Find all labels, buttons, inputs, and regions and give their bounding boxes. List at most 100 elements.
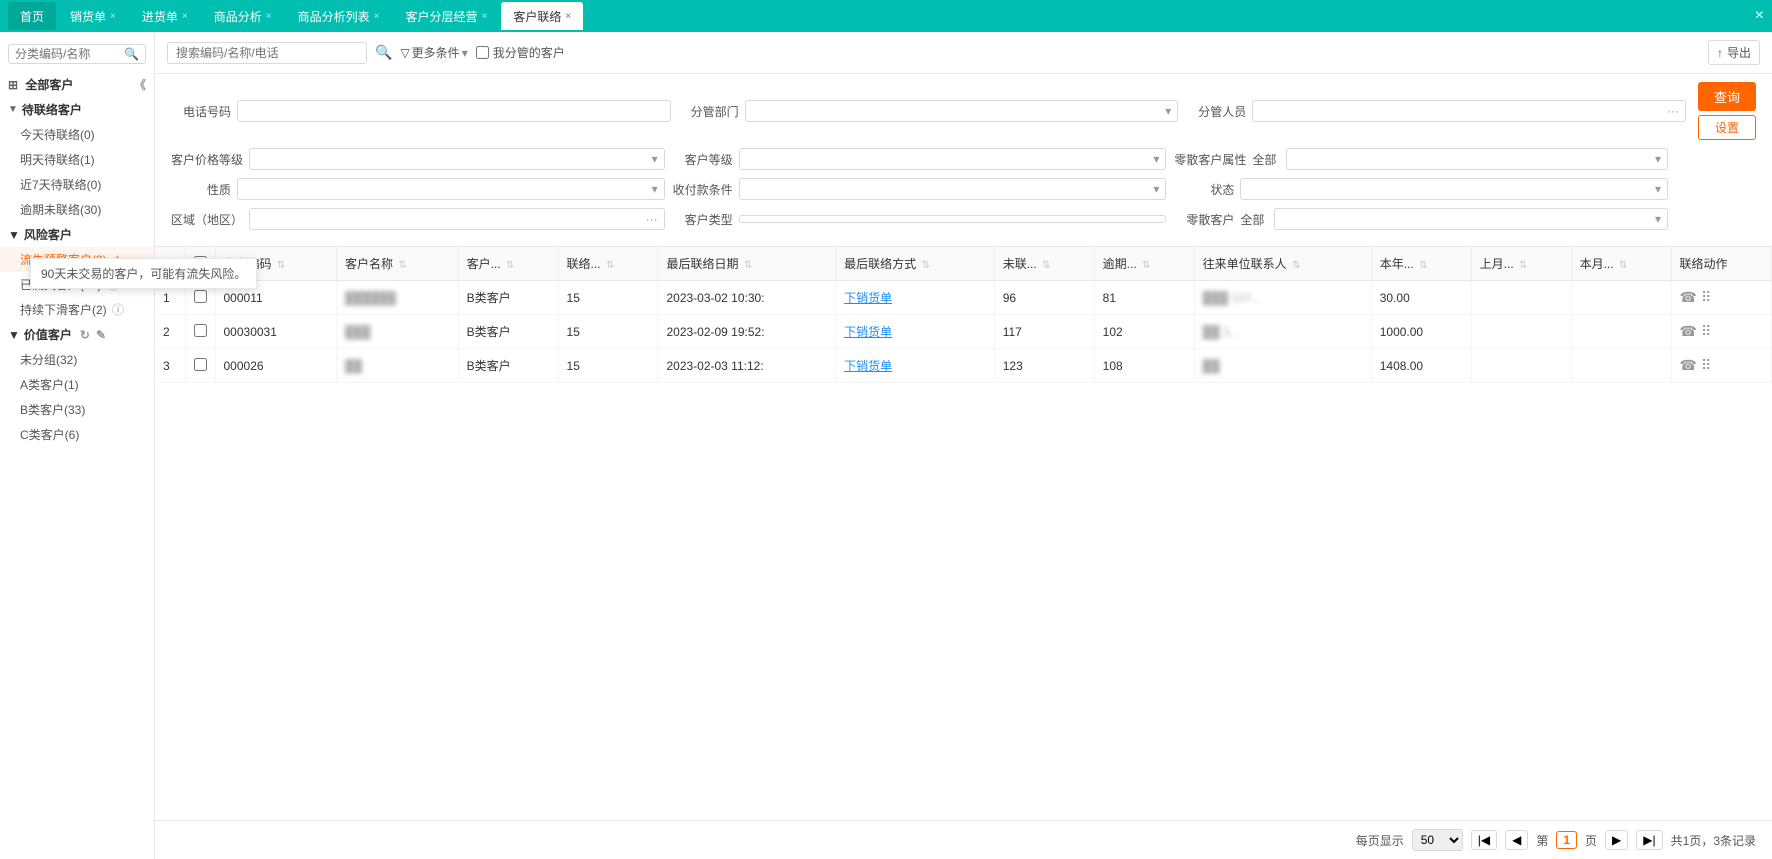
- filter-status-select[interactable]: ▾: [1240, 178, 1668, 200]
- filter-region-input[interactable]: ···: [249, 208, 665, 230]
- my-customers-filter[interactable]: 我分管的客户: [476, 44, 565, 61]
- close-icon[interactable]: ×: [481, 11, 487, 22]
- sidebar-value-title[interactable]: ▼ 价值客户 ↻ ✎: [0, 322, 154, 347]
- filter-phone-input[interactable]: [237, 100, 671, 122]
- filter-customer-level-select[interactable]: ▾: [739, 148, 1167, 170]
- sidebar-item-overdue[interactable]: 逾期未联络(30): [0, 197, 154, 222]
- row-checkbox[interactable]: [194, 324, 207, 337]
- close-icon[interactable]: ×: [266, 11, 272, 22]
- filter-dept-select[interactable]: ▾: [745, 100, 1179, 122]
- sort-icon[interactable]: ⇅: [1142, 260, 1150, 271]
- sort-icon[interactable]: ⇅: [277, 260, 285, 271]
- sidebar-item-tomorrow[interactable]: 明天待联络(1): [0, 147, 154, 172]
- sidebar-all-customers[interactable]: ⊞ 全部客户 《: [0, 72, 154, 97]
- cell-name: ██████: [337, 281, 459, 315]
- per-page-select[interactable]: 50 100 200: [1412, 829, 1463, 851]
- filter-region: 区域（地区） ···: [171, 208, 665, 230]
- search-input[interactable]: [176, 46, 358, 60]
- sort-icon[interactable]: ⇅: [1419, 260, 1427, 271]
- sort-icon[interactable]: ⇅: [398, 260, 406, 271]
- cell-last-method[interactable]: 下销货单: [836, 349, 995, 383]
- sidebar-risk-title[interactable]: ▼ 风险客户: [0, 222, 154, 247]
- more-action-icon[interactable]: ⠿: [1701, 289, 1711, 306]
- cell-checkbox[interactable]: [185, 315, 215, 349]
- prev-page-button[interactable]: ◀: [1505, 830, 1528, 850]
- sort-icon[interactable]: ⇅: [606, 260, 614, 271]
- cell-type: B类客户: [458, 281, 558, 315]
- query-button[interactable]: 查询: [1698, 82, 1756, 111]
- row-checkbox[interactable]: [194, 290, 207, 303]
- search-button[interactable]: 🔍: [375, 44, 392, 61]
- window-close-button[interactable]: ×: [1755, 7, 1764, 25]
- filter-price-level-select[interactable]: ▾: [249, 148, 665, 170]
- filter-manager-input[interactable]: ···: [1252, 100, 1686, 122]
- nav-tab-analysis-list[interactable]: 商品分析列表 ×: [286, 2, 392, 30]
- more-conditions-button[interactable]: ▽ 更多条件 ▾: [400, 44, 467, 61]
- row-checkbox[interactable]: [194, 358, 207, 371]
- filter-zero-customer-select[interactable]: ▾: [1274, 208, 1668, 230]
- nav-tab-purchase[interactable]: 进货单 ×: [130, 2, 200, 30]
- filter-payment-select[interactable]: ▾: [739, 178, 1167, 200]
- more-action-icon[interactable]: ⠿: [1701, 323, 1711, 340]
- nav-tab-sales[interactable]: 销货单 ×: [58, 2, 128, 30]
- sort-icon[interactable]: ⇅: [1619, 260, 1627, 271]
- close-icon[interactable]: ×: [565, 11, 571, 22]
- filter-gender-select[interactable]: ▾: [237, 178, 665, 200]
- cell-code: 000026: [215, 349, 337, 383]
- contact-action-icon[interactable]: ☎: [1680, 323, 1697, 340]
- nav-tab-customer-tier[interactable]: 客户分层经营 ×: [393, 2, 499, 30]
- sort-icon[interactable]: ⇅: [1292, 260, 1300, 271]
- filter-region-label: 区域（地区）: [171, 211, 243, 228]
- cell-last-method[interactable]: 下销货单: [836, 281, 995, 315]
- nav-tab-customer-contact[interactable]: 客户联络 ×: [501, 2, 583, 30]
- next-page-button[interactable]: ▶: [1605, 830, 1628, 850]
- my-customers-checkbox[interactable]: [476, 46, 489, 59]
- sidebar-item-class-b[interactable]: B类客户(33): [0, 397, 154, 422]
- cell-this-year: 1408.00: [1371, 349, 1471, 383]
- edit-icon[interactable]: ✎: [96, 328, 106, 342]
- pagination: 每页显示 50 100 200 |◀ ◀ 第 1 页 ▶ ▶| 共1页，3条记录: [155, 820, 1772, 859]
- sidebar-item-class-c[interactable]: C类客户(6): [0, 422, 154, 447]
- sidebar-search-box[interactable]: 🔍: [8, 44, 146, 64]
- sort-icon[interactable]: ⇅: [744, 260, 752, 271]
- search-input-wrapper[interactable]: [167, 42, 367, 64]
- settings-button[interactable]: 设置: [1698, 115, 1756, 140]
- contact-method-link[interactable]: 下销货单: [844, 359, 892, 373]
- sidebar-item-class-a[interactable]: A类客户(1): [0, 372, 154, 397]
- cell-contact-count: 15: [558, 349, 658, 383]
- nav-tab-home-label: 首页: [20, 8, 44, 25]
- contact-method-link[interactable]: 下销货单: [844, 291, 892, 305]
- close-icon[interactable]: ×: [182, 11, 188, 22]
- cell-last-method[interactable]: 下销货单: [836, 315, 995, 349]
- sort-icon[interactable]: ⇅: [1519, 260, 1527, 271]
- sidebar-search-input[interactable]: [15, 47, 124, 61]
- sort-icon[interactable]: ⇅: [1042, 260, 1050, 271]
- nav-tab-home[interactable]: 首页: [8, 2, 56, 30]
- nav-tab-analysis[interactable]: 商品分析 ×: [202, 2, 284, 30]
- contact-method-link[interactable]: 下销货单: [844, 325, 892, 339]
- filter-customer-type-select[interactable]: [739, 215, 1167, 223]
- cell-contact-count: 15: [558, 281, 658, 315]
- first-page-button[interactable]: |◀: [1471, 830, 1497, 850]
- more-action-icon[interactable]: ⠿: [1701, 357, 1711, 374]
- filter-gender: 性质 ▾: [171, 178, 665, 200]
- contact-action-icon[interactable]: ☎: [1680, 357, 1697, 374]
- cell-uncontacted: 117: [994, 315, 1094, 349]
- export-button[interactable]: ↑ 导出: [1708, 40, 1760, 65]
- sidebar-item-unclassified[interactable]: 未分组(32): [0, 347, 154, 372]
- close-icon[interactable]: ×: [374, 11, 380, 22]
- filter-zero-attr-select[interactable]: ▾: [1286, 148, 1668, 170]
- sidebar-pending-contact-title[interactable]: ▼ 待联络客户: [0, 97, 154, 122]
- refresh-icon[interactable]: ↻: [80, 328, 90, 342]
- sidebar-item-declining[interactable]: 持续下滑客户(2) ⓘ: [0, 297, 154, 322]
- contact-action-icon[interactable]: ☎: [1680, 289, 1697, 306]
- sort-icon[interactable]: ⇅: [506, 260, 514, 271]
- last-page-button[interactable]: ▶|: [1636, 830, 1662, 850]
- close-icon[interactable]: ×: [110, 11, 116, 22]
- filter-status: 状态 ▾: [1174, 178, 1668, 200]
- cell-checkbox[interactable]: [185, 349, 215, 383]
- sort-icon[interactable]: ⇅: [921, 260, 929, 271]
- sidebar-item-7days[interactable]: 近7天待联络(0): [0, 172, 154, 197]
- col-this-year: 本年... ⇅: [1371, 247, 1471, 281]
- sidebar-item-today[interactable]: 今天待联络(0): [0, 122, 154, 147]
